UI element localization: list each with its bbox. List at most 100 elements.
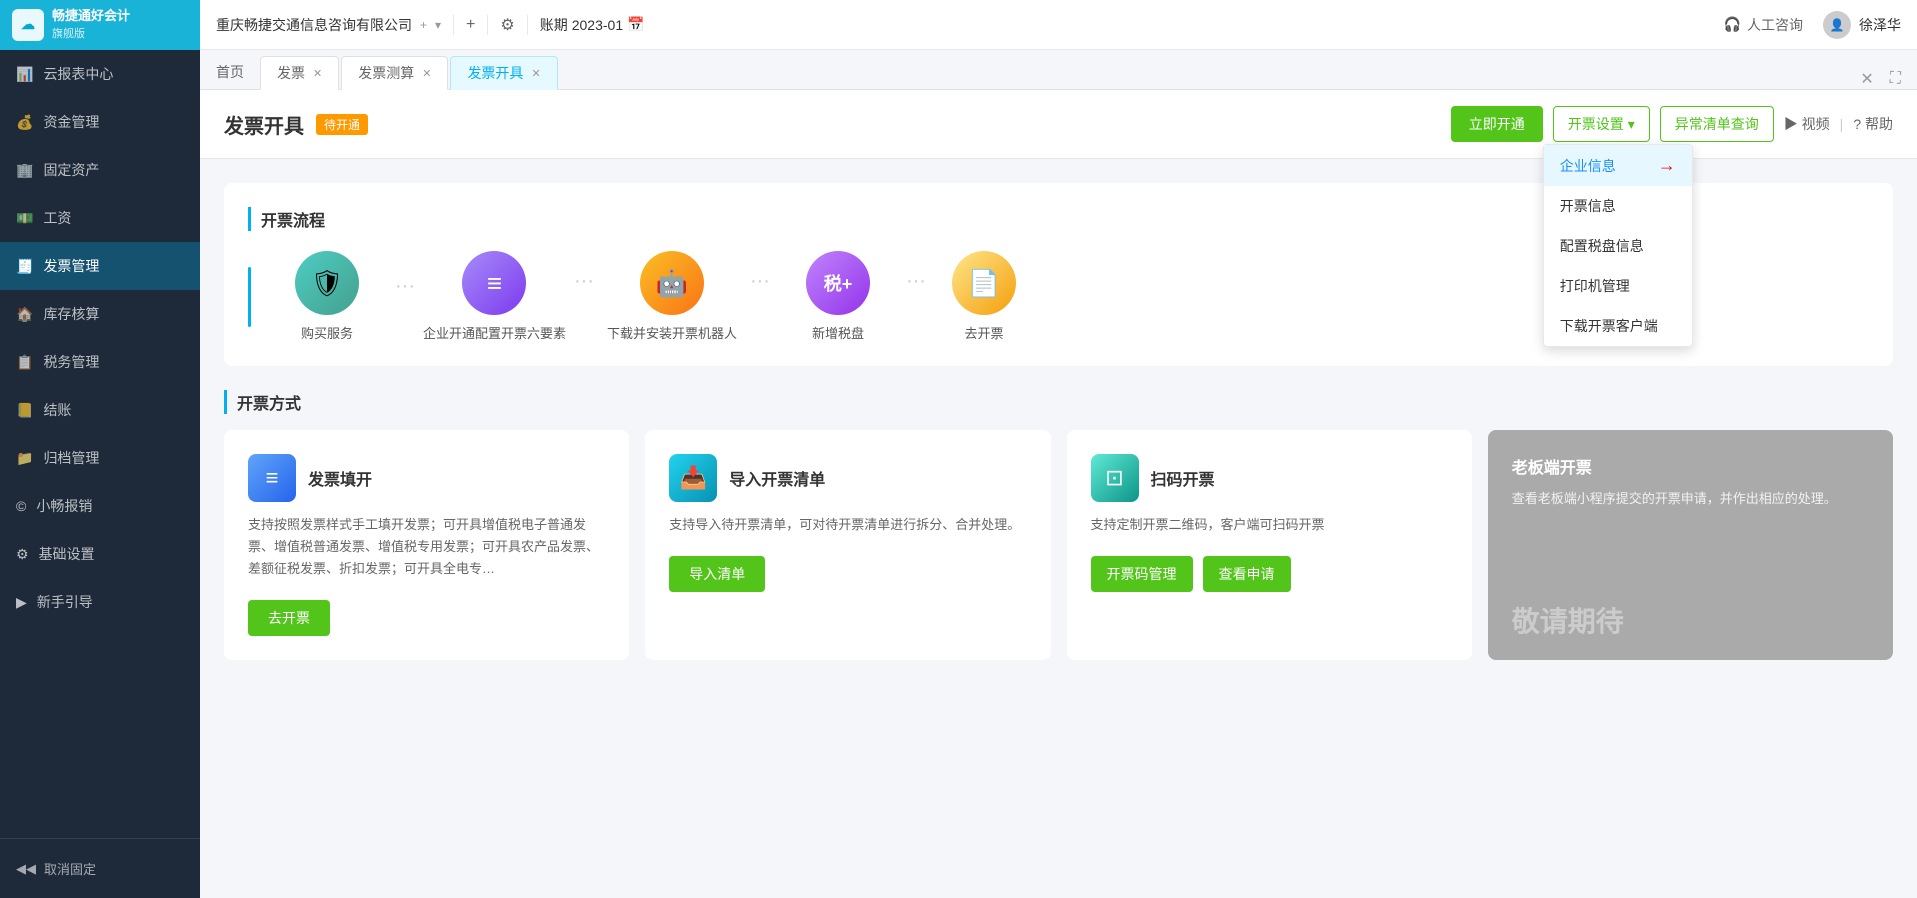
buy-service-icon: 🛡 [295, 251, 359, 315]
flow-step-config: ≡ 企业开通配置开票六要素 [423, 251, 566, 342]
flow-step-tax: 税+ 新增税盘 [778, 251, 898, 342]
scan-invoice-btn1[interactable]: 开票码管理 [1091, 556, 1193, 592]
divider2 [487, 15, 488, 35]
tab-home[interactable]: 首页 [200, 55, 260, 89]
scan-invoice-btns: 开票码管理 查看申请 [1091, 556, 1448, 592]
sidebar-item-label: 库存核算 [43, 304, 99, 324]
immediate-open-btn[interactable]: 立即开通 [1451, 106, 1543, 142]
page-title: 发票开具 [224, 110, 304, 139]
fill-invoice-btn[interactable]: 去开票 [248, 600, 330, 636]
method-import-header: 📥 导入开票清单 [669, 454, 1026, 502]
settings-btn[interactable]: 开票设置 ▾ [1553, 106, 1650, 142]
sidebar: 📊 云报表中心 💰 资金管理 🏢 固定资产 💵 工资 🧾 发票管理 🏠 [0, 50, 200, 898]
fixed-assets-icon: 🏢 [16, 162, 33, 179]
sidebar-item-guide[interactable]: ▶ 新手引导 [0, 578, 200, 626]
method-card-scan: ⊡ 扫码开票 支持定制开票二维码，客户端可扫码开票 开票码管理 查看申请 [1067, 430, 1472, 660]
sidebar-item-label: 固定资产 [43, 160, 99, 180]
sidebar-item-fixed-assets[interactable]: 🏢 固定资产 [0, 146, 200, 194]
user-name: 徐泽华 [1859, 15, 1901, 35]
dropdown-item-printer[interactable]: 打印机管理 [1544, 266, 1692, 306]
sidebar-item-archive[interactable]: 📁 归档管理 [0, 434, 200, 482]
logo-subtitle: 旗舰版 [52, 25, 130, 41]
sidebar-item-report[interactable]: © 小畅报销 [0, 482, 200, 530]
flow-dots-2: ··· [574, 270, 594, 293]
sidebar-item-basic[interactable]: ⚙ 基础设置 [0, 530, 200, 578]
method-card-boss: 老板端开票 查看老板端小程序提交的开票申请，并作出相应的处理。 敬请期待 [1488, 430, 1893, 660]
flow-start-divider [248, 267, 251, 327]
sidebar-item-invoice-mgmt[interactable]: 🧾 发票管理 [0, 242, 200, 290]
chevron-down-icon: ▾ [435, 18, 441, 32]
methods-cards: ≡ 发票填开 支持按照发票样式手工填开发票；可开具增值税电子普通发票、增值税普通… [224, 430, 1893, 660]
user-info[interactable]: 👤 徐泽华 [1823, 11, 1901, 39]
header-actions: 立即开通 开票设置 ▾ 异常清单查询 ▶ 视频 | ? 帮助 企业信息 → [1451, 106, 1893, 142]
window-controls: ✕ ⛶ [1860, 69, 1917, 89]
sidebar-item-cloud-report[interactable]: 📊 云报表中心 [0, 50, 200, 98]
period-label: 账期 [540, 15, 568, 35]
dropdown-item-tax-config[interactable]: 配置税盘信息 [1544, 226, 1692, 266]
help-btn[interactable]: ? 帮助 [1853, 114, 1893, 134]
add-tax-label: 新增税盘 [812, 323, 864, 342]
settings-icon[interactable]: ⚙ [500, 15, 514, 35]
settings-chevron-icon: ▾ [1628, 116, 1635, 133]
boss-invoice-title: 老板端开票 [1512, 454, 1869, 478]
status-badge: 待开通 [316, 114, 368, 135]
invoice-mgmt-icon: 🧾 [16, 258, 33, 275]
go-invoice-label: 去开票 [964, 323, 1003, 342]
report-icon: © [16, 498, 26, 514]
consultant-label: 人工咨询 [1747, 15, 1803, 35]
fill-invoice-desc: 支持按照发票样式手工填开发票；可开具增值税电子普通发票、增值税普通发票、增值税专… [248, 514, 605, 580]
download-label: 下载并安装开票机器人 [607, 323, 737, 342]
sidebar-item-inventory[interactable]: 🏠 库存核算 [0, 290, 200, 338]
dropdown-item-invoice-info[interactable]: 开票信息 [1544, 186, 1692, 226]
scan-invoice-btn2[interactable]: 查看申请 [1203, 556, 1291, 592]
tab-invoice-close-icon[interactable]: ✕ [313, 67, 322, 80]
fill-invoice-icon: ≡ [248, 454, 296, 502]
close-window-icon[interactable]: ✕ [1860, 69, 1873, 89]
tab-invoice-open-close-icon[interactable]: ✕ [531, 67, 540, 80]
calendar-icon[interactable]: 📅 [627, 16, 644, 33]
sidebar-item-fund[interactable]: 💰 资金管理 [0, 98, 200, 146]
tab-invoice-calc-close-icon[interactable]: ✕ [422, 67, 431, 80]
tab-home-label: 首页 [216, 62, 244, 82]
tab-invoice-open[interactable]: 发票开具 ✕ [450, 56, 557, 90]
dropdown-item-company-info[interactable]: 企业信息 → [1544, 145, 1692, 186]
download-client-label: 下载开票客户端 [1560, 318, 1658, 334]
sidebar-item-settle[interactable]: 📒 结账 [0, 386, 200, 434]
add-icon[interactable]: + [466, 16, 475, 34]
import-invoice-icon: 📥 [669, 454, 717, 502]
main-layout: 📊 云报表中心 💰 资金管理 🏢 固定资产 💵 工资 🧾 发票管理 🏠 [0, 50, 1917, 898]
sidebar-item-salary[interactable]: 💵 工资 [0, 194, 200, 242]
tab-invoice[interactable]: 发票 ✕ [260, 56, 339, 90]
sidebar-item-label: 小畅报销 [36, 496, 92, 516]
basic-icon: ⚙ [16, 546, 29, 563]
page-header: 发票开具 待开通 立即开通 开票设置 ▾ 异常清单查询 ▶ 视频 | ? 帮助 [200, 90, 1917, 159]
cloud-report-icon: 📊 [16, 66, 33, 83]
maximize-window-icon[interactable]: ⛶ [1890, 70, 1901, 88]
import-invoice-btn[interactable]: 导入清单 [669, 556, 765, 592]
right-panel: 首页 发票 ✕ 发票测算 ✕ 发票开具 ✕ ✕ ⛶ [200, 50, 1917, 898]
fund-icon: 💰 [16, 114, 33, 131]
flow-step-invoice: 📄 去开票 [934, 251, 1034, 342]
company-chevron-icon: + [420, 18, 427, 32]
logo-text-area: 畅捷通好会计 旗舰版 [52, 8, 130, 41]
guide-icon: ▶ [16, 594, 27, 611]
sidebar-item-tax[interactable]: 📋 税务管理 [0, 338, 200, 386]
company-selector[interactable]: 重庆畅捷交通信息咨询有限公司 + ▾ [216, 15, 441, 35]
download-icon: 🤖 [640, 251, 704, 315]
video-btn[interactable]: ▶ 视频 [1784, 114, 1830, 134]
sidebar-bottom: ◀◀ 取消固定 [0, 838, 200, 898]
invoice-info-label: 开票信息 [1560, 198, 1616, 214]
method-scan-header: ⊡ 扫码开票 [1091, 454, 1448, 502]
tab-invoice-open-label: 发票开具 [467, 63, 523, 83]
exception-btn[interactable]: 异常清单查询 [1660, 106, 1774, 142]
sidebar-scroll: 📊 云报表中心 💰 资金管理 🏢 固定资产 💵 工资 🧾 发票管理 🏠 [0, 50, 200, 838]
top-bar-right: 🎧 人工咨询 👤 徐泽华 [1724, 11, 1901, 39]
dropdown-item-download-client[interactable]: 下载开票客户端 [1544, 306, 1692, 346]
import-invoice-desc: 支持导入待开票清单，可对待开票清单进行拆分、合并处理。 [669, 514, 1026, 536]
consultant-btn[interactable]: 🎧 人工咨询 [1724, 15, 1803, 35]
tab-invoice-calc[interactable]: 发票测算 ✕ [341, 56, 448, 90]
divider3 [527, 15, 528, 35]
cancel-fixed-btn[interactable]: ◀◀ 取消固定 [0, 849, 200, 888]
red-arrow-icon: → [1658, 155, 1676, 176]
sidebar-item-label: 税务管理 [43, 352, 99, 372]
